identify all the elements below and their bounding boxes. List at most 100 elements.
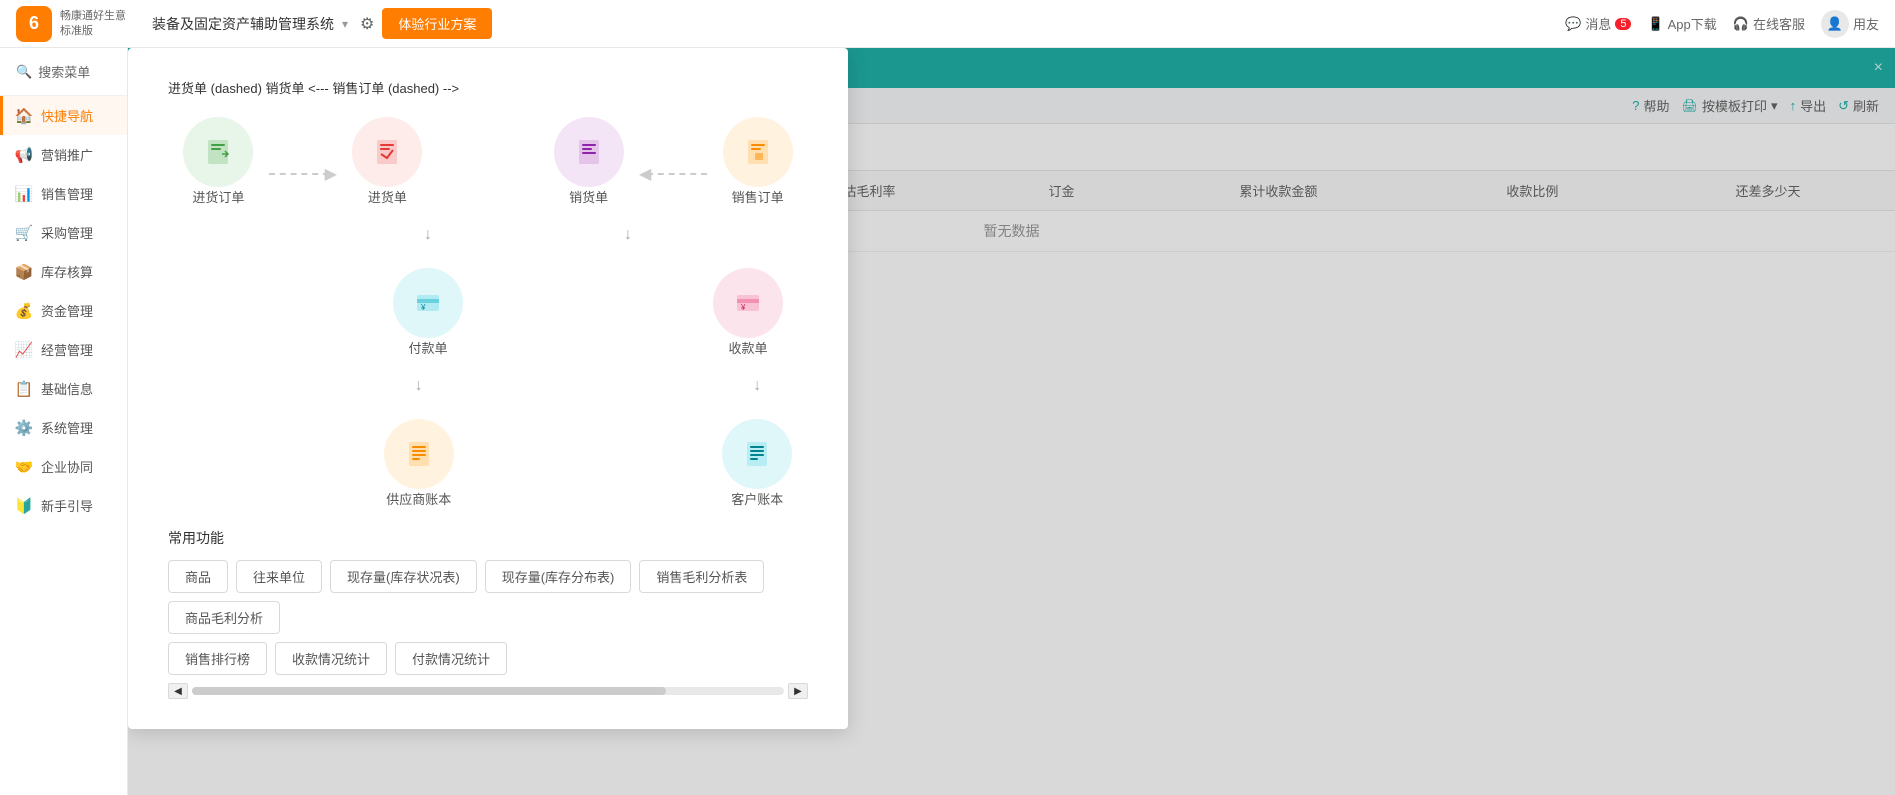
customer-ledger-label: 客户账本 (731, 489, 783, 508)
search-menu-label: 搜索菜单 (38, 62, 90, 81)
scroll-right-btn[interactable]: ▶ (788, 683, 808, 699)
marketing-icon: 📢 (15, 146, 33, 164)
system-title-area: 装备及固定资产辅助管理系统 ▾ ⚙ (152, 14, 374, 34)
sales-icon: 📊 (15, 185, 33, 203)
message-badge: 5 (1615, 18, 1631, 30)
payment-slip-label: 付款单 (408, 338, 447, 357)
sidebar-item-system[interactable]: ⚙️ 系统管理 (0, 408, 127, 447)
sidebar-item-purchase[interactable]: 🛒 采购管理 (0, 213, 127, 252)
node-supplier-ledger[interactable]: 供应商账本 (368, 419, 470, 508)
scroll-left-btn[interactable]: ◀ (168, 683, 188, 699)
func-buttons-row2: 销售排行榜 收款情况统计 付款情况统计 (168, 642, 808, 675)
download-icon: 📱 (1647, 16, 1663, 32)
sidebar-item-inventory[interactable]: 📦 库存核算 (0, 252, 127, 291)
sidebar-item-basic[interactable]: 📋 基础信息 (0, 369, 127, 408)
payment-slip-icon: ¥ (393, 268, 463, 338)
collab-icon: 🤝 (15, 458, 33, 476)
sales-slip-label: 销货单 (569, 187, 608, 206)
app-download-label: App下载 (1668, 14, 1717, 33)
basic-icon: 📋 (15, 380, 33, 398)
func-btn-stock-dist[interactable]: 现存量(库存分布表) (485, 560, 632, 593)
sidebar-item-label: 资金管理 (41, 301, 93, 320)
func-btn-receipt-stats[interactable]: 收款情况统计 (275, 642, 387, 675)
experience-btn[interactable]: 体验行业方案 (382, 8, 492, 39)
sidebar-item-label: 库存核算 (41, 262, 93, 281)
purchase-order-icon (183, 117, 253, 187)
node-payment-slip[interactable]: ¥ 付款单 (368, 268, 488, 357)
dropdown-arrow-icon[interactable]: ▾ (342, 17, 348, 31)
quick-nav-modal: 进货单 (dashed) 销货单 <--- 销售订单 (dashed) --> (128, 48, 848, 729)
sidebar-item-label: 基础信息 (41, 379, 93, 398)
newguide-icon: 🔰 (15, 497, 33, 515)
sidebar-search: 🔍 搜索菜单 (0, 48, 127, 96)
supplier-ledger-label: 供应商账本 (386, 489, 451, 508)
sidebar-item-label: 采购管理 (41, 223, 93, 242)
message-label: 消息 (1585, 14, 1611, 33)
purchase-slip-label: 进货单 (368, 187, 407, 206)
top-right: 💬 消息 5 📱 App下载 🎧 在线客服 👤 用友 (1565, 10, 1879, 38)
settings-icon[interactable]: ⚙ (360, 14, 374, 34)
finance-icon: 💰 (15, 302, 33, 320)
receipt-slip-icon: ¥ (713, 268, 783, 338)
common-func-title: 常用功能 (168, 528, 808, 548)
receipt-slip-label: 收款单 (728, 338, 767, 357)
sidebar-item-label: 经营管理 (41, 340, 93, 359)
sidebar-item-label: 快捷导航 (41, 106, 93, 125)
func-btn-sales-margin[interactable]: 销售毛利分析表 (639, 560, 764, 593)
modal-scrollbar: ◀ ▶ (168, 683, 808, 699)
purchase-slip-icon (352, 117, 422, 187)
func-btn-contacts[interactable]: 往来单位 (236, 560, 322, 593)
node-purchase-order[interactable]: 进货订单 (168, 117, 269, 206)
sidebar-item-label: 企业协同 (41, 457, 93, 476)
func-btn-payment-stats[interactable]: 付款情况统计 (395, 642, 507, 675)
sidebar-item-newguide[interactable]: 🔰 新手引导 (0, 486, 127, 525)
sidebar-item-finance[interactable]: 💰 资金管理 (0, 291, 127, 330)
logo-line2: 标准版 (60, 24, 126, 38)
sidebar-item-label: 新手引导 (41, 496, 93, 515)
node-sales-order[interactable]: 销售订单 (707, 117, 808, 206)
sidebar: 🔍 搜索菜单 🏠 快捷导航 📢 营销推广 📊 销售管理 🛒 采购管理 (0, 48, 128, 795)
search-icon: 🔍 (16, 64, 32, 80)
app-download-btn[interactable]: 📱 App下载 (1647, 14, 1716, 33)
func-btn-stock-status[interactable]: 现存量(库存状况表) (330, 560, 477, 593)
message-icon: 💬 (1565, 16, 1581, 32)
operation-icon: 📈 (15, 341, 33, 359)
sidebar-item-label: 营销推广 (41, 145, 93, 164)
modal-overlay: 进货单 (dashed) 销货单 <--- 销售订单 (dashed) --> (128, 48, 1895, 795)
quicknav-icon: 🏠 (15, 107, 33, 125)
customer-ledger-icon (722, 419, 792, 489)
logo-line1: 畅康通好生意 (60, 9, 126, 23)
purchase-order-label: 进货订单 (192, 187, 244, 206)
node-purchase-slip[interactable]: 进货单 (337, 117, 438, 206)
func-btn-sales-rank[interactable]: 销售排行榜 (168, 642, 267, 675)
user-area[interactable]: 👤 用友 (1821, 10, 1879, 38)
logo-text: 畅康通好生意 标准版 (60, 9, 126, 38)
node-sales-slip[interactable]: 销货单 (538, 117, 639, 206)
func-btn-product[interactable]: 商品 (168, 560, 228, 593)
func-buttons-row1: 商品 往来单位 现存量(库存状况表) 现存量(库存分布表) 销售毛利分析表 商品… (168, 560, 808, 634)
service-icon: 🎧 (1733, 16, 1749, 32)
svg-text:¥: ¥ (420, 303, 426, 312)
scroll-track[interactable] (192, 687, 784, 695)
sidebar-item-collab[interactable]: 🤝 企业协同 (0, 447, 127, 486)
func-btn-product-margin[interactable]: 商品毛利分析 (168, 601, 280, 634)
content-area: 首页 销售订单执行表 × × ? 帮助 🖨 按模板打印 ▾ (128, 48, 1895, 795)
sidebar-item-label: 系统管理 (41, 418, 93, 437)
message-btn[interactable]: 💬 消息 5 (1565, 14, 1631, 33)
flow-diagram: 进货单 (dashed) 销货单 <--- 销售订单 (dashed) --> (168, 78, 808, 508)
sidebar-item-sales[interactable]: 📊 销售管理 (0, 174, 127, 213)
node-customer-ledger[interactable]: 客户账本 (706, 419, 808, 508)
user-name: 用友 (1853, 14, 1879, 33)
sidebar-item-operation[interactable]: 📈 经营管理 (0, 330, 127, 369)
online-service-btn[interactable]: 🎧 在线客服 (1733, 14, 1805, 33)
sidebar-item-marketing[interactable]: 📢 营销推广 (0, 135, 127, 174)
system-icon: ⚙️ (15, 419, 33, 437)
system-title: 装备及固定资产辅助管理系统 (152, 14, 334, 34)
search-menu-btn[interactable]: 🔍 搜索菜单 (8, 56, 119, 87)
common-functions: 常用功能 商品 往来单位 现存量(库存状况表) 现存量(库存分布表) 销售毛利分… (168, 528, 808, 675)
sales-order-icon (723, 117, 793, 187)
node-receipt-slip[interactable]: ¥ 收款单 (688, 268, 808, 357)
inventory-icon: 📦 (15, 263, 33, 281)
sales-order-label: 销售订单 (732, 187, 784, 206)
sidebar-item-quicknav[interactable]: 🏠 快捷导航 (0, 96, 127, 135)
